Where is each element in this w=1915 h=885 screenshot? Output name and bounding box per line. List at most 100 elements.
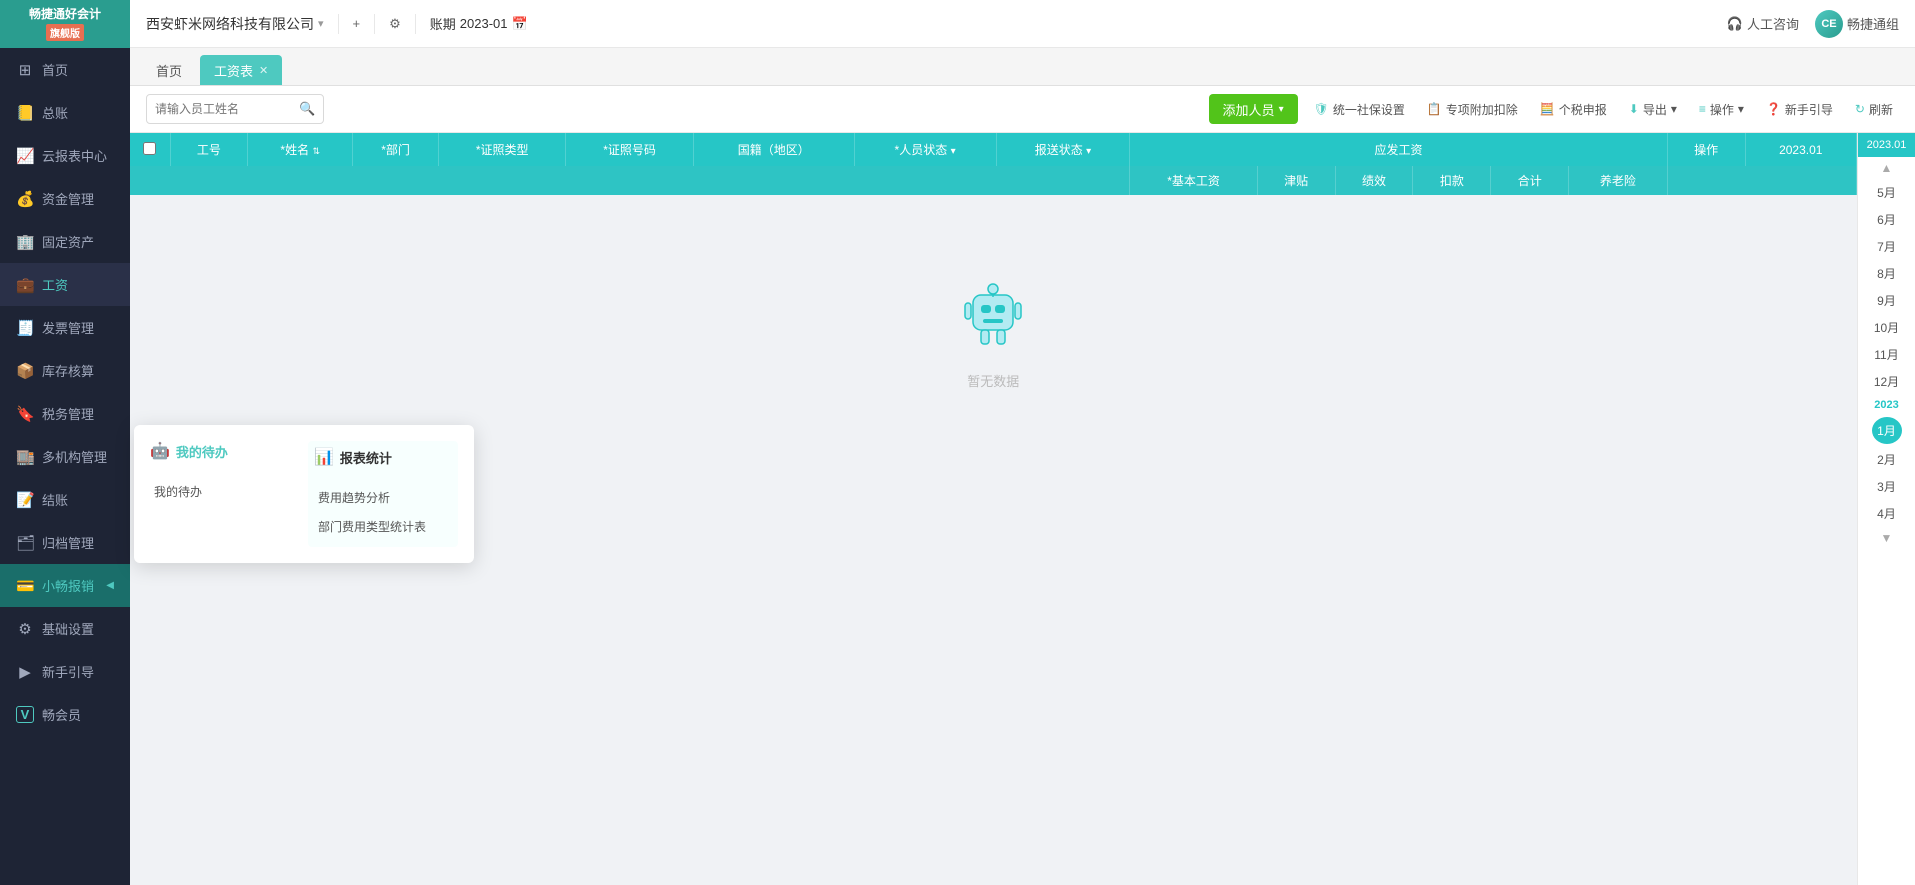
sub-col-allowance: 津贴 bbox=[1257, 166, 1335, 195]
filter-icon: ▾ bbox=[951, 146, 956, 157]
month-8[interactable]: 8月 bbox=[1858, 260, 1915, 287]
sidebar-label-expense: 小畅报销 bbox=[42, 576, 94, 595]
toolbar: 🔍 添加人员 ▾ 🛡 统一社保设置 📋 专项附加扣除 🧮 个税申报 ⬇ 导出 bbox=[130, 86, 1915, 133]
sub-col-deduction: 扣款 bbox=[1413, 166, 1491, 195]
sidebar-item-invoice[interactable]: 🧾 发票管理 bbox=[0, 306, 130, 349]
operations-label: 操作 bbox=[1710, 101, 1734, 118]
add-company-button[interactable]: + bbox=[353, 16, 361, 31]
col-personnel-status[interactable]: *人员状态 ▾ bbox=[854, 133, 996, 166]
period-label: 账期 2023-01 📅 bbox=[430, 14, 528, 33]
sidebar-label-settle: 结账 bbox=[42, 490, 68, 509]
sidebar-item-basic[interactable]: ⚙ 基础设置 bbox=[0, 607, 130, 650]
popup-col-todo: 🤖 我的待办 我的待办 bbox=[150, 441, 288, 547]
tab-home[interactable]: 首页 bbox=[142, 55, 196, 85]
month-2[interactable]: 2月 bbox=[1858, 446, 1915, 473]
col-report-status[interactable]: 报送状态 ▾ bbox=[996, 133, 1130, 166]
table-header-row-1: 工号 *姓名 ⇅ *部门 *证照类型 *证照号码 国籍（地区） *人员状态 bbox=[130, 133, 1857, 166]
month-7[interactable]: 7月 bbox=[1858, 233, 1915, 260]
sidebar-label-invoice: 发票管理 bbox=[42, 318, 94, 337]
filter-icon2: ▾ bbox=[1086, 146, 1091, 157]
sidebar-item-member[interactable]: V 畅会员 bbox=[0, 693, 130, 736]
tab-salary-close[interactable]: ✕ bbox=[259, 64, 268, 77]
sidebar-item-asset[interactable]: 🏢 固定资产 bbox=[0, 220, 130, 263]
month-panel-header: 2023.01 bbox=[1858, 133, 1915, 157]
support-button[interactable]: 🎧 人工咨询 bbox=[1727, 14, 1799, 33]
sidebar-item-archive[interactable]: 🗂 归档管理 bbox=[0, 521, 130, 564]
refresh-button[interactable]: ↻ 刷新 bbox=[1849, 97, 1899, 122]
month-12[interactable]: 12月 bbox=[1858, 368, 1915, 395]
month-6[interactable]: 6月 bbox=[1858, 206, 1915, 233]
export-button[interactable]: ⬇ 导出 ▾ bbox=[1623, 97, 1683, 122]
export-label: 导出 bbox=[1643, 101, 1667, 118]
tax-declare-icon: 🧮 bbox=[1540, 102, 1555, 116]
social-security-label: 统一社保设置 bbox=[1333, 101, 1405, 118]
col-nationality: 国籍（地区） bbox=[693, 133, 854, 166]
special-deduction-button[interactable]: 📋 专项附加扣除 bbox=[1421, 97, 1524, 122]
sidebar-item-home[interactable]: ⊞ 首页 bbox=[0, 48, 130, 91]
tax-declaration-button[interactable]: 🧮 个税申报 bbox=[1534, 97, 1613, 122]
search-icon[interactable]: 🔍 bbox=[299, 101, 315, 117]
topbar-right: 🎧 人工咨询 CE 畅捷通组 bbox=[1727, 10, 1899, 38]
company-selector[interactable]: 西安虾米网络科技有限公司 ▾ bbox=[146, 14, 324, 34]
ledger-icon: 📒 bbox=[16, 104, 34, 122]
sidebar-item-report[interactable]: 📈 云报表中心 bbox=[0, 134, 130, 177]
month-1-active[interactable]: 1月 bbox=[1872, 417, 1902, 444]
avatar-text: CE bbox=[1821, 18, 1836, 30]
sub-col-bonus: 绩效 bbox=[1335, 166, 1413, 195]
guide-icon: ▶ bbox=[16, 663, 34, 681]
avatar: CE bbox=[1815, 10, 1843, 38]
popup-my-todo[interactable]: 我的待办 bbox=[150, 477, 288, 506]
support-label: 人工咨询 bbox=[1747, 14, 1799, 33]
add-person-button[interactable]: 添加人员 ▾ bbox=[1209, 94, 1298, 124]
empty-subheader bbox=[130, 166, 1130, 195]
social-security-button[interactable]: 🛡 统一社保设置 bbox=[1308, 97, 1411, 122]
report-stat-icon: 📊 bbox=[314, 447, 334, 467]
report-icon: 📈 bbox=[16, 147, 34, 165]
sub-col-base: *基本工资 bbox=[1130, 166, 1257, 195]
sidebar-item-expense[interactable]: 💳 小畅报销 ◀ bbox=[0, 564, 130, 607]
sidebar-item-guide[interactable]: ▶ 新手引导 bbox=[0, 650, 130, 693]
popup-report-label: 报表统计 bbox=[340, 448, 392, 467]
month-nav-down[interactable]: ▼ bbox=[1858, 527, 1915, 549]
select-all-checkbox[interactable] bbox=[143, 142, 156, 155]
fund-icon: 💰 bbox=[16, 190, 34, 208]
sidebar-item-multi[interactable]: 🏬 多机构管理 bbox=[0, 435, 130, 478]
add-person-dropdown-icon: ▾ bbox=[1279, 104, 1284, 115]
month-4[interactable]: 4月 bbox=[1858, 500, 1915, 527]
asset-icon: 🏢 bbox=[16, 233, 34, 251]
table-header-row-2: *基本工资 津贴 绩效 扣款 合计 养老险 bbox=[130, 166, 1857, 195]
col-name[interactable]: *姓名 ⇅ bbox=[248, 133, 353, 166]
popup-dept-expense[interactable]: 部门费用类型统计表 bbox=[314, 512, 452, 541]
month-panel: 2023.01 ▲ 5月 6月 7月 8月 9月 10月 11月 12月 202… bbox=[1857, 133, 1915, 885]
operations-button[interactable]: ≡ 操作 ▾ bbox=[1693, 97, 1750, 122]
month-10[interactable]: 10月 bbox=[1858, 314, 1915, 341]
tab-salary-label: 工资表 bbox=[214, 61, 253, 80]
month-nav-up[interactable]: ▲ bbox=[1858, 157, 1915, 179]
sidebar-item-settle[interactable]: 📝 结账 bbox=[0, 478, 130, 521]
sidebar-item-ledger[interactable]: 📒 总账 bbox=[0, 91, 130, 134]
empty-robot-icon bbox=[953, 275, 1033, 355]
month-3[interactable]: 3月 bbox=[1858, 473, 1915, 500]
month-5[interactable]: 5月 bbox=[1858, 179, 1915, 206]
sidebar-item-salary[interactable]: 💼 工资 bbox=[0, 263, 130, 306]
member-icon: V bbox=[16, 706, 34, 723]
new-guide-label: 新手引导 bbox=[1785, 101, 1833, 118]
salary-table: 工号 *姓名 ⇅ *部门 *证照类型 *证照号码 国籍（地区） *人员状态 bbox=[130, 133, 1857, 470]
company-name: 西安虾米网络科技有限公司 bbox=[146, 14, 314, 34]
sidebar-label-salary: 工资 bbox=[42, 275, 68, 294]
user-profile[interactable]: CE 畅捷通组 bbox=[1815, 10, 1899, 38]
tab-salary[interactable]: 工资表 ✕ bbox=[200, 55, 282, 85]
sidebar-item-inventory[interactable]: 📦 库存核算 bbox=[0, 349, 130, 392]
sidebar-label-asset: 固定资产 bbox=[42, 232, 94, 251]
sidebar-item-fund[interactable]: 💰 资金管理 bbox=[0, 177, 130, 220]
topbar-divider-3 bbox=[415, 14, 416, 34]
popup-expense-trend[interactable]: 费用趋势分析 bbox=[314, 483, 452, 512]
search-input[interactable] bbox=[155, 102, 295, 116]
month-9[interactable]: 9月 bbox=[1858, 287, 1915, 314]
new-guide-button[interactable]: ❓ 新手引导 bbox=[1760, 97, 1839, 122]
sidebar-label-fund: 资金管理 bbox=[42, 189, 94, 208]
month-11[interactable]: 11月 bbox=[1858, 341, 1915, 368]
sidebar-item-tax[interactable]: 🔖 税务管理 bbox=[0, 392, 130, 435]
sidebar-label-report: 云报表中心 bbox=[42, 146, 107, 165]
settings-button[interactable]: ⚙ bbox=[389, 16, 401, 32]
